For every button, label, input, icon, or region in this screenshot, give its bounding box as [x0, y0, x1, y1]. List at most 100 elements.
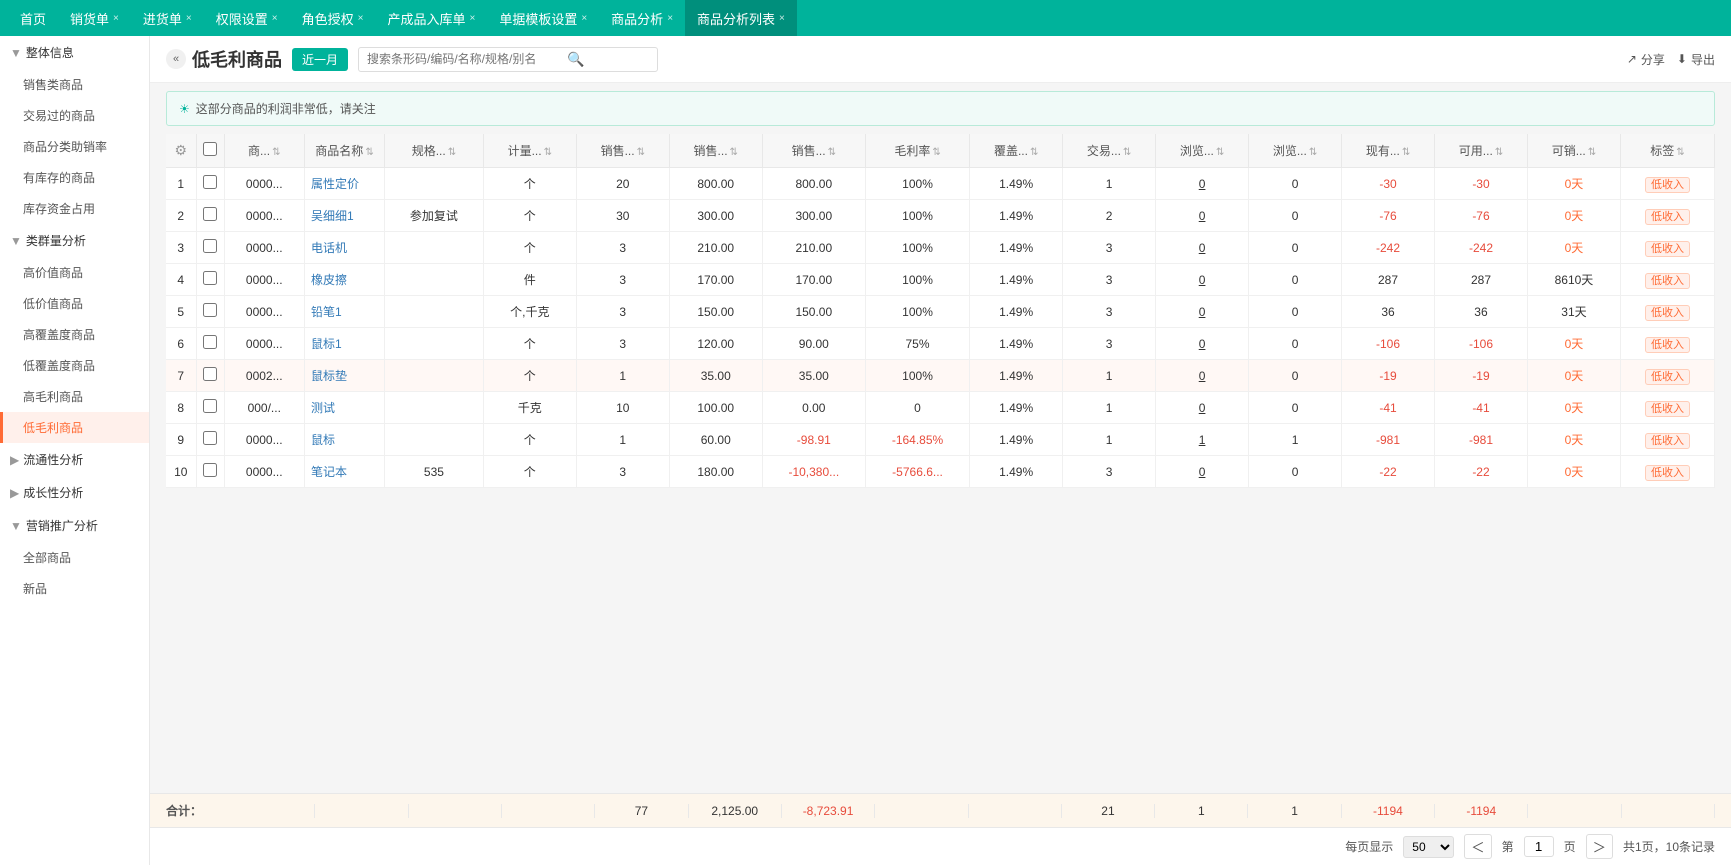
tag-badge: 低收入	[1645, 369, 1690, 385]
th-current-stock[interactable]: 现有...⇅	[1342, 134, 1435, 168]
row-unit: 个	[483, 456, 576, 488]
row-v1: 3	[576, 456, 669, 488]
table-row: 5 0000... 铅笔1 个,千克 3 150.00 150.00 100% …	[166, 296, 1715, 328]
sidebar-collapse-button[interactable]: «	[166, 49, 186, 69]
nav-product-analysis[interactable]: 商品分析 ×	[599, 0, 685, 36]
close-icon[interactable]: ×	[186, 13, 192, 24]
th-sellable[interactable]: 可销...⇅	[1527, 134, 1620, 168]
th-browse2[interactable]: 浏览...⇅	[1249, 134, 1342, 168]
row-v2: 100.00	[669, 392, 762, 424]
sidebar-item-inventory-capital[interactable]: 库存资金占用	[0, 193, 149, 224]
row-name[interactable]: 橡皮擦	[305, 264, 385, 296]
settings-icon[interactable]: ⚙	[174, 142, 187, 158]
row-checkbox[interactable]	[203, 175, 217, 189]
search-input[interactable]	[367, 52, 567, 66]
row-checkbox[interactable]	[203, 431, 217, 445]
th-sales2[interactable]: 销售...⇅	[669, 134, 762, 168]
row-checkbox[interactable]	[203, 271, 217, 285]
close-icon[interactable]: ×	[358, 13, 364, 24]
page-size-label: 每页显示	[1345, 838, 1393, 855]
th-margin-rate[interactable]: 毛利率⇅	[865, 134, 969, 168]
sidebar-item-low-margin[interactable]: 低毛利商品	[0, 412, 149, 443]
row-name[interactable]: 鼠标垫	[305, 360, 385, 392]
page-label: 第	[1502, 838, 1514, 855]
row-name[interactable]: 吴细细1	[305, 200, 385, 232]
sidebar-item-high-coverage[interactable]: 高覆盖度商品	[0, 319, 149, 350]
row-checkbox[interactable]	[203, 463, 217, 477]
sidebar-item-in-stock-products[interactable]: 有库存的商品	[0, 162, 149, 193]
close-icon[interactable]: ×	[469, 13, 475, 24]
sidebar-item-traded-products[interactable]: 交易过的商品	[0, 100, 149, 131]
th-browse1[interactable]: 浏览...⇅	[1156, 134, 1249, 168]
nav-template-settings[interactable]: 单据模板设置 ×	[487, 0, 599, 36]
sidebar-item-all-products[interactable]: 全部商品	[0, 542, 149, 573]
th-sales3[interactable]: 销售...⇅	[762, 134, 865, 168]
sidebar-item-sales-products[interactable]: 销售类商品	[0, 69, 149, 100]
row-name[interactable]: 鼠标	[305, 424, 385, 456]
th-transactions[interactable]: 交易...⇅	[1063, 134, 1156, 168]
row-checkbox[interactable]	[203, 239, 217, 253]
row-v7: 0	[1156, 328, 1249, 360]
export-button[interactable]: ⬇ 导出	[1677, 51, 1715, 68]
close-icon[interactable]: ×	[667, 13, 673, 24]
share-button[interactable]: ↗ 分享	[1627, 51, 1665, 68]
prev-page-button[interactable]: ＜	[1464, 834, 1491, 859]
nav-product-inbound[interactable]: 产成品入库单 ×	[375, 0, 487, 36]
search-icon[interactable]: 🔍	[567, 51, 584, 68]
row-name[interactable]: 电话机	[305, 232, 385, 264]
th-tag[interactable]: 标签⇅	[1620, 134, 1714, 168]
select-all-checkbox[interactable]	[203, 142, 217, 156]
footer-cell-v7: 1	[1155, 804, 1248, 818]
row-name[interactable]: 铅笔1	[305, 296, 385, 328]
sidebar-item-low-value[interactable]: 低价值商品	[0, 288, 149, 319]
row-v9: -76	[1342, 200, 1435, 232]
next-page-button[interactable]: ＞	[1586, 834, 1613, 859]
current-page-input[interactable]	[1524, 836, 1554, 857]
close-icon[interactable]: ×	[581, 13, 587, 24]
row-name[interactable]: 属性定价	[305, 168, 385, 200]
nav-role-auth[interactable]: 角色授权 ×	[290, 0, 376, 36]
sidebar-group-cluster-analysis[interactable]: ▼ 类群量分析	[0, 224, 149, 257]
row-checkbox[interactable]	[203, 303, 217, 317]
th-available-stock[interactable]: 可用...⇅	[1435, 134, 1528, 168]
th-code[interactable]: 商...⇅	[224, 134, 305, 168]
row-name[interactable]: 鼠标1	[305, 328, 385, 360]
close-icon[interactable]: ×	[779, 13, 785, 24]
close-icon[interactable]: ×	[272, 13, 278, 24]
sidebar-group-liquidity-analysis[interactable]: ▶ 流通性分析	[0, 443, 149, 476]
sidebar-group-marketing-analysis[interactable]: ▼ 营销推广分析	[0, 509, 149, 542]
row-v10: 36	[1435, 296, 1528, 328]
page-size-select[interactable]: 50 20 100	[1403, 836, 1454, 858]
th-name[interactable]: 商品名称⇅	[305, 134, 385, 168]
filter-recent-month-button[interactable]: 近一月	[292, 48, 348, 71]
nav-sales-order[interactable]: 销货单 ×	[58, 0, 131, 36]
th-sales1[interactable]: 销售...⇅	[576, 134, 669, 168]
sidebar-item-high-margin[interactable]: 高毛利商品	[0, 381, 149, 412]
row-checkbox[interactable]	[203, 335, 217, 349]
sidebar-item-new-products[interactable]: 新品	[0, 573, 149, 604]
row-v3: 210.00	[762, 232, 865, 264]
row-name[interactable]: 测试	[305, 392, 385, 424]
th-unit[interactable]: 计量...⇅	[483, 134, 576, 168]
nav-permission-settings[interactable]: 权限设置 ×	[204, 0, 290, 36]
sidebar-item-category-sales-rate[interactable]: 商品分类助销率	[0, 131, 149, 162]
row-checkbox[interactable]	[203, 367, 217, 381]
sidebar-group-growth-analysis[interactable]: ▶ 成长性分析	[0, 476, 149, 509]
nav-product-analysis-list[interactable]: 商品分析列表 ×	[685, 0, 797, 36]
row-v1: 20	[576, 168, 669, 200]
row-v11: 0天	[1527, 424, 1620, 456]
th-coverage[interactable]: 覆盖...⇅	[970, 134, 1063, 168]
row-name[interactable]: 笔记本	[305, 456, 385, 488]
th-spec[interactable]: 规格...⇅	[385, 134, 484, 168]
nav-home[interactable]: 首页	[8, 0, 58, 36]
row-checkbox[interactable]	[203, 399, 217, 413]
sidebar-group-overall-info[interactable]: ▼ 整体信息	[0, 36, 149, 69]
row-v8: 0	[1249, 168, 1342, 200]
sidebar-item-high-value[interactable]: 高价值商品	[0, 257, 149, 288]
sidebar-item-low-coverage[interactable]: 低覆盖度商品	[0, 350, 149, 381]
close-icon[interactable]: ×	[113, 13, 119, 24]
row-num: 10	[166, 456, 196, 488]
row-v6: 3	[1063, 456, 1156, 488]
nav-purchase-order[interactable]: 进货单 ×	[131, 0, 204, 36]
row-checkbox[interactable]	[203, 207, 217, 221]
